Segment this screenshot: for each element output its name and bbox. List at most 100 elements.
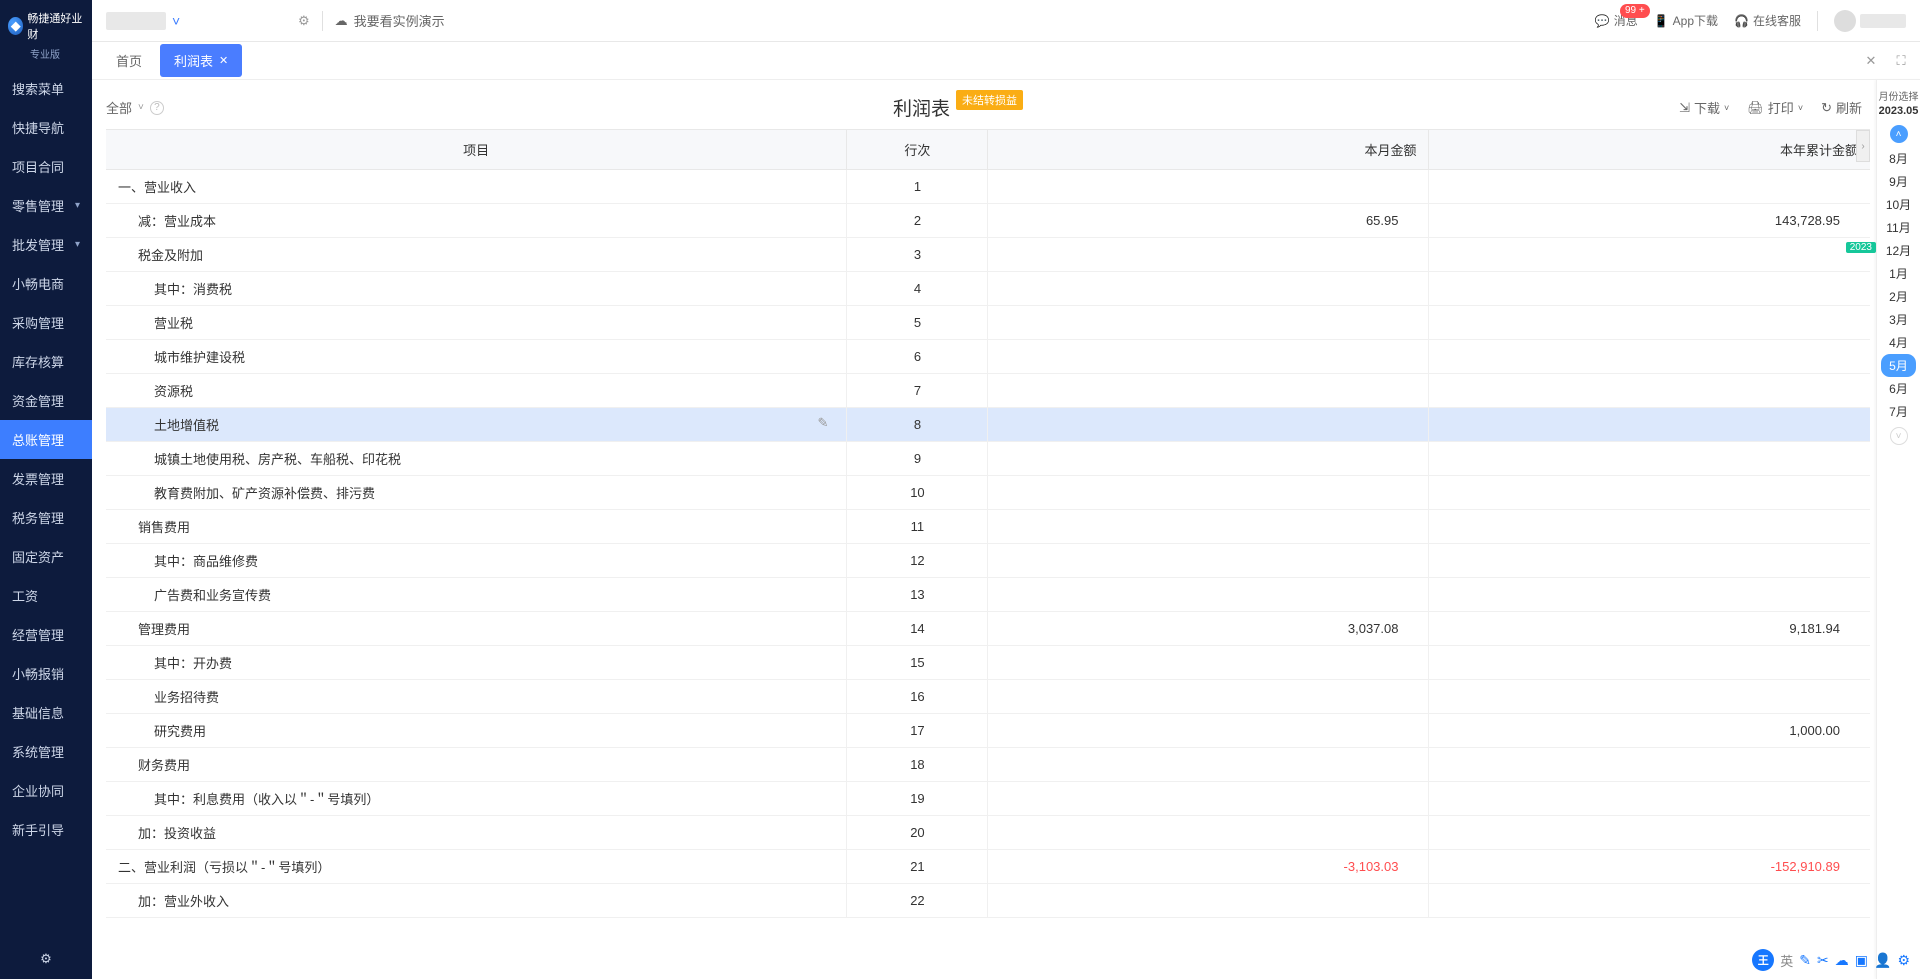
month-item[interactable]: 7月	[1877, 400, 1920, 423]
month-item[interactable]: 4月	[1877, 331, 1920, 354]
online-service-button[interactable]: 🎧 在线客服	[1734, 12, 1801, 29]
divider	[322, 11, 323, 31]
nav-item-14[interactable]: 经营管理	[0, 615, 92, 654]
nav-item-7[interactable]: 库存核算	[0, 342, 92, 381]
table-row[interactable]: 税金及附加3	[106, 238, 1870, 272]
table-row[interactable]: 其中：开办费15	[106, 646, 1870, 680]
refresh-button[interactable]: ↻ 刷新	[1821, 98, 1862, 117]
tab-home[interactable]: 首页	[102, 44, 156, 77]
demo-link[interactable]: ☁ 我要看实例演示	[335, 11, 445, 30]
report-table-container[interactable]: 项目 行次 本月金额 本年累计金额 一、营业收入1减：营业成本265.95143…	[106, 129, 1870, 979]
table-row[interactable]: 其中：利息费用（收入以＂-＂号填列）19	[106, 782, 1870, 816]
month-item[interactable]: 8月	[1877, 147, 1920, 170]
print-button[interactable]: 🖨 打印 ˅	[1747, 98, 1803, 117]
month-item[interactable]: 9月	[1877, 170, 1920, 193]
tab-profit-report[interactable]: 利润表 ✕	[160, 44, 242, 77]
month-item[interactable]: 3月	[1877, 308, 1920, 331]
month-item[interactable]: 10月	[1877, 193, 1920, 216]
edit-icon[interactable]: ✎	[817, 415, 828, 431]
table-row[interactable]: 加：营业外收入22	[106, 884, 1870, 918]
month-scroll-up-button[interactable]: ˄	[1890, 125, 1908, 143]
chevron-down-icon: ˅	[138, 102, 144, 113]
table-row[interactable]: 教育费附加、矿产资源补偿费、排污费10	[106, 476, 1870, 510]
table-row[interactable]: 广告费和业务宣传费13	[106, 578, 1870, 612]
ime-lang[interactable]: 英	[1780, 951, 1793, 970]
cell-item: 其中：消费税	[106, 272, 847, 306]
table-row[interactable]: 土地增值税✎8	[106, 408, 1870, 442]
table-row[interactable]: 减：营业成本265.95143,728.95	[106, 204, 1870, 238]
filter-dropdown[interactable]: 全部 ˅ ?	[106, 98, 164, 117]
dock-tool-5[interactable]: 👤	[1874, 952, 1891, 969]
nav-item-12[interactable]: 固定资产	[0, 537, 92, 576]
table-row[interactable]: 其中：商品维修费12	[106, 544, 1870, 578]
org-selector[interactable]: ˅	[106, 12, 286, 30]
fullscreen-button[interactable]: ⛶	[1890, 50, 1912, 72]
app-download-button[interactable]: 📱 App下载	[1654, 12, 1718, 29]
table-row[interactable]: 研究费用171,000.00	[106, 714, 1870, 748]
table-row[interactable]: 财务费用18	[106, 748, 1870, 782]
dock-tool-1[interactable]: ✎	[1799, 952, 1811, 969]
nav-item-16[interactable]: 基础信息	[0, 693, 92, 732]
cell-item: 其中：商品维修费	[106, 544, 847, 578]
cell-item: 销售费用	[106, 510, 847, 544]
close-tab-button[interactable]: ✕	[1860, 50, 1882, 72]
close-icon[interactable]: ✕	[219, 54, 228, 67]
month-item[interactable]: 1月	[1877, 262, 1920, 285]
month-item[interactable]: 2月	[1877, 285, 1920, 308]
nav-item-8[interactable]: 资金管理	[0, 381, 92, 420]
month-scroll-down-button[interactable]: ˅	[1890, 427, 1908, 445]
expand-panel-button[interactable]: ›	[1856, 130, 1870, 162]
dock-tool-2[interactable]: ✂	[1817, 952, 1829, 969]
nav-item-2[interactable]: 项目合同	[0, 147, 92, 186]
help-icon[interactable]: ?	[150, 101, 164, 115]
month-item[interactable]: 11月	[1877, 216, 1920, 239]
cell-row: 19	[847, 782, 988, 816]
table-row[interactable]: 业务招待费16	[106, 680, 1870, 714]
dock-tool-6[interactable]: ⚙	[1897, 952, 1910, 969]
table-row[interactable]: 加：投资收益20	[106, 816, 1870, 850]
table-row[interactable]: 管理费用143,037.089,181.94	[106, 612, 1870, 646]
nav-item-10[interactable]: 发票管理	[0, 459, 92, 498]
cell-month	[988, 408, 1429, 442]
cell-row: 1	[847, 170, 988, 204]
table-row[interactable]: 一、营业收入1	[106, 170, 1870, 204]
download-button[interactable]: ⇲ 下载 ˅	[1679, 98, 1729, 117]
month-item[interactable]: 12月2023	[1877, 239, 1920, 262]
nav-item-label: 固定资产	[12, 547, 64, 566]
org-settings-button[interactable]: ⚙	[298, 13, 310, 29]
nav-item-17[interactable]: 系统管理	[0, 732, 92, 771]
month-item[interactable]: 5月	[1881, 354, 1916, 377]
nav-item-11[interactable]: 税务管理	[0, 498, 92, 537]
nav-item-18[interactable]: 企业协同	[0, 771, 92, 810]
messages-button[interactable]: 💬 消息 99 +	[1595, 12, 1638, 29]
print-label: 打印	[1768, 98, 1794, 117]
nav-item-9[interactable]: 总账管理	[0, 420, 92, 459]
download-label: 下载	[1694, 98, 1720, 117]
nav-item-label: 小畅电商	[12, 274, 64, 293]
table-row[interactable]: 营业税5	[106, 306, 1870, 340]
chevron-down-icon: ▾	[75, 239, 80, 250]
nav-item-19[interactable]: 新手引导	[0, 810, 92, 849]
nav-item-0[interactable]: 搜索菜单	[0, 69, 92, 108]
nav-item-4[interactable]: 批发管理▾	[0, 225, 92, 264]
nav-item-3[interactable]: 零售管理▾	[0, 186, 92, 225]
sidebar-settings-button[interactable]: ⚙	[0, 939, 92, 979]
table-row[interactable]: 其中：消费税4	[106, 272, 1870, 306]
nav-item-15[interactable]: 小畅报销	[0, 654, 92, 693]
nav-item-13[interactable]: 工资	[0, 576, 92, 615]
ime-indicator[interactable]: 王	[1752, 949, 1774, 971]
table-row[interactable]: 城市维护建设税6	[106, 340, 1870, 374]
nav-item-6[interactable]: 采购管理	[0, 303, 92, 342]
dock-tool-3[interactable]: ☁	[1835, 952, 1849, 969]
nav-item-5[interactable]: 小畅电商	[0, 264, 92, 303]
nav-item-1[interactable]: 快捷导航	[0, 108, 92, 147]
dock-tool-4[interactable]: ▣	[1855, 952, 1868, 969]
table-row[interactable]: 二、营业利润（亏损以＂-＂号填列）21-3,103.03-152,910.89	[106, 850, 1870, 884]
user-menu[interactable]	[1834, 10, 1906, 32]
table-row[interactable]: 城镇土地使用税、房产税、车船税、印花税9	[106, 442, 1870, 476]
table-row[interactable]: 销售费用11	[106, 510, 1870, 544]
month-item[interactable]: 6月	[1877, 377, 1920, 400]
download-label: App下载	[1673, 12, 1718, 29]
table-row[interactable]: 资源税7	[106, 374, 1870, 408]
cell-year	[1429, 408, 1870, 442]
